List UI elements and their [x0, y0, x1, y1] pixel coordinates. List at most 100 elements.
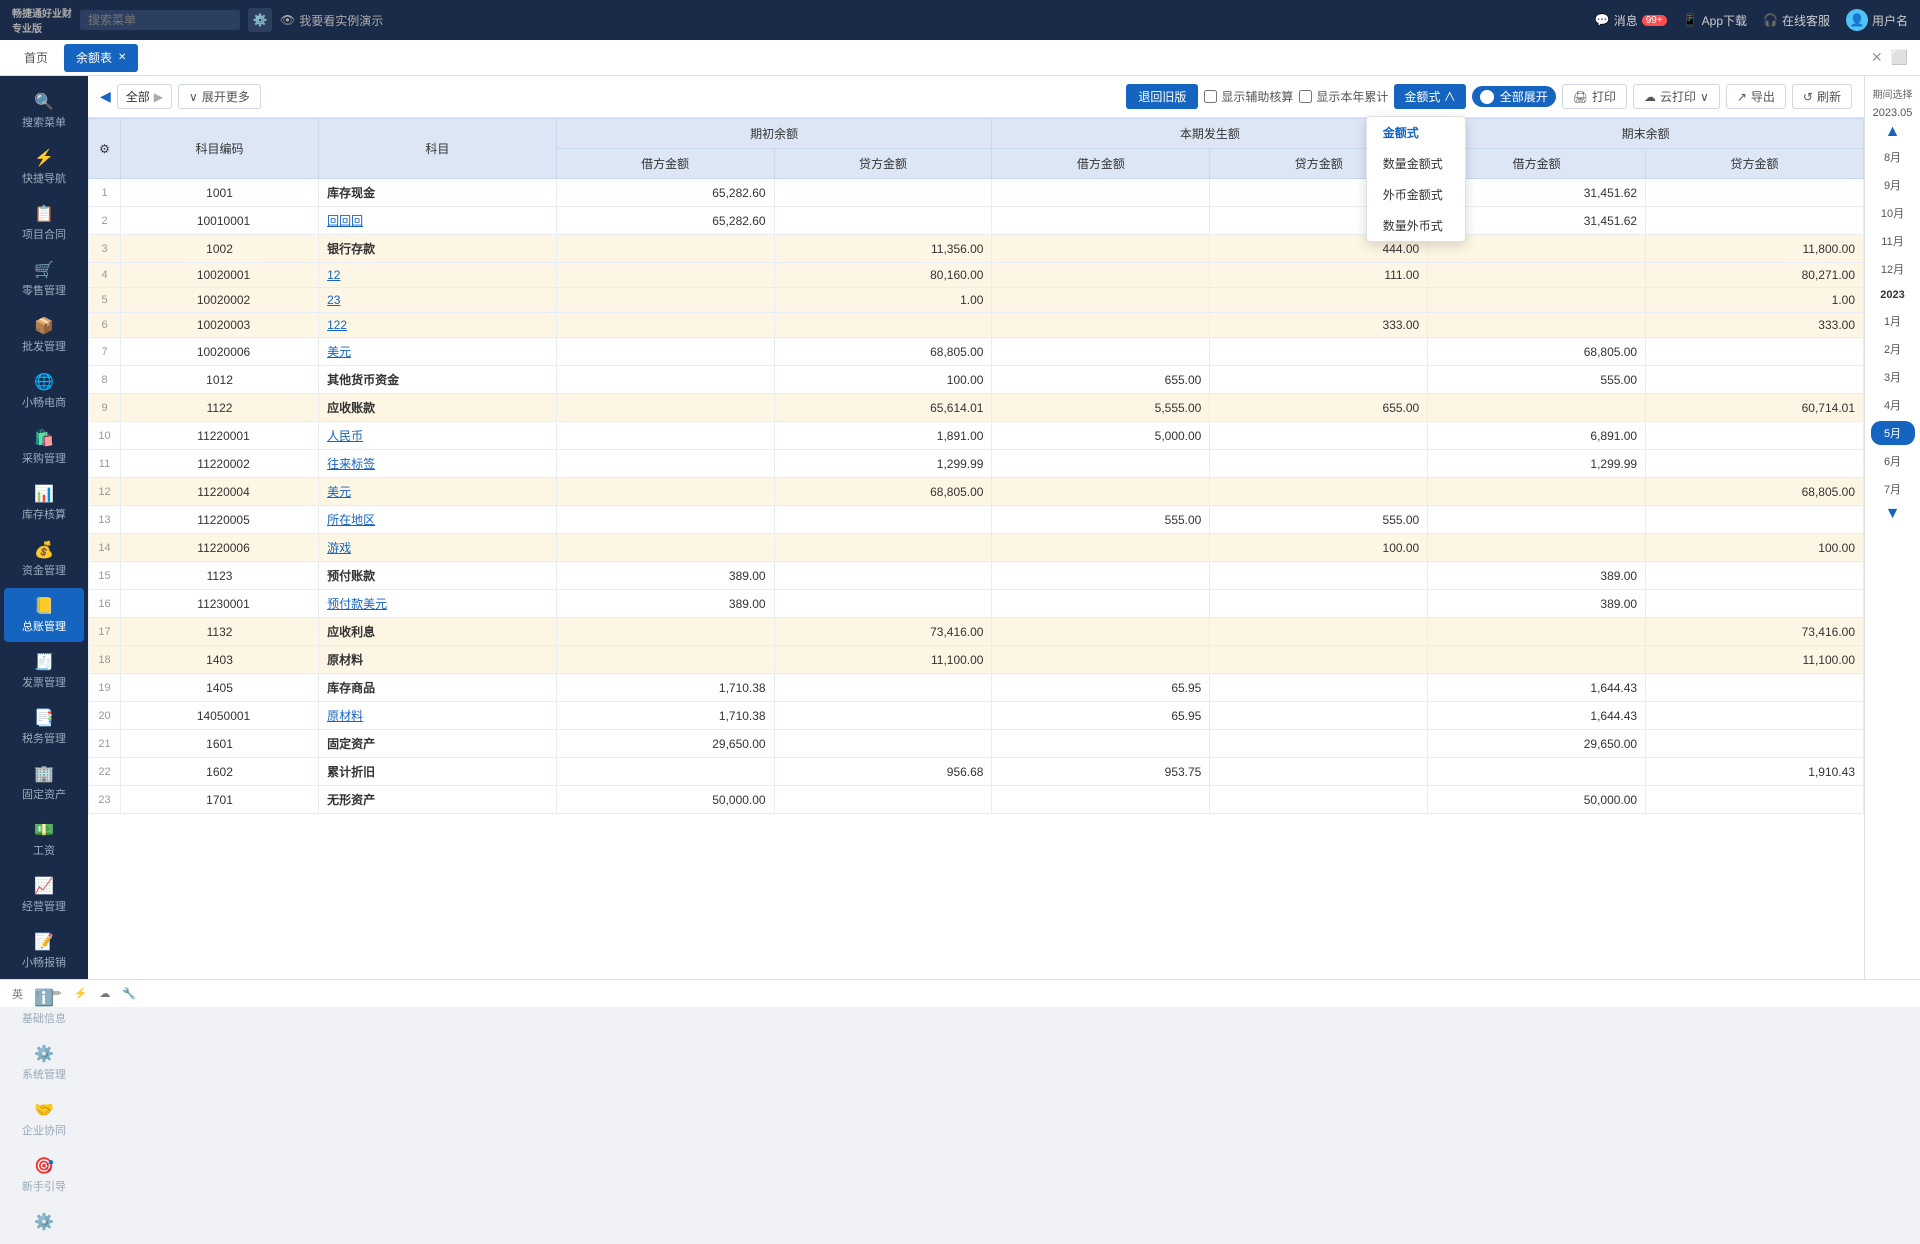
return-old-version-button[interactable]: 退回旧版 [1126, 84, 1198, 109]
row-name[interactable]: 其他货币资金 [319, 366, 557, 394]
status-item-cloud[interactable]: ☁ [99, 987, 110, 1000]
table-row: 17 1132 应收利息 73,416.00 73,416.00 [89, 618, 1864, 646]
period-nav-up[interactable]: ▲ [1885, 123, 1901, 141]
window-close-icon[interactable]: ✕ [1871, 49, 1883, 66]
sidebar-item-purchase[interactable]: 🛍️ 采购管理 [4, 420, 84, 474]
sidebar-settings-button[interactable]: ⚙️ [4, 1204, 84, 1242]
row-name[interactable]: 库存现金 [319, 179, 557, 207]
sidebar-item-wholesale[interactable]: 📦 批发管理 [4, 308, 84, 362]
window-maximize-icon[interactable]: ⬜ [1891, 49, 1908, 66]
dropdown-item-amount[interactable]: 金额式 [1367, 117, 1465, 148]
row-name[interactable]: 美元 [319, 478, 557, 506]
sidebar-item-operations[interactable]: 📈 经营管理 [4, 868, 84, 922]
show-ytd-checkbox[interactable]: 显示本年累计 [1299, 88, 1388, 105]
row-name[interactable]: 12 [319, 263, 557, 288]
row-name[interactable]: 应收利息 [319, 618, 557, 646]
table-row: 22 1602 累计折旧 956.68 953.75 1,910.43 [89, 758, 1864, 786]
sidebar-item-quicknav[interactable]: ⚡ 快捷导航 [4, 140, 84, 194]
period-item-may[interactable]: 5月 [1871, 421, 1915, 445]
nav-back[interactable]: ◀ [100, 88, 111, 105]
sidebar-item-search[interactable]: 🔍 搜索菜单 [4, 84, 84, 138]
row-name[interactable]: 预付账款 [319, 562, 557, 590]
online-service-button[interactable]: 🎧 在线客服 [1763, 12, 1830, 29]
status-item-language[interactable]: 英 [12, 986, 23, 1002]
period-item-nov[interactable]: 11月 [1871, 229, 1915, 253]
row-name[interactable]: 银行存款 [319, 235, 557, 263]
sidebar-item-assets[interactable]: 🏢 固定资产 [4, 756, 84, 810]
tab-home[interactable]: 首页 [12, 44, 60, 72]
tab-close-balance[interactable]: ✕ [118, 52, 126, 63]
demo-link[interactable]: 👁 我要看实例演示 [280, 12, 383, 29]
row-name[interactable]: 游戏 [319, 534, 557, 562]
row-name[interactable]: 原材料 [319, 646, 557, 674]
refresh-button[interactable]: ↺ 刷新 [1792, 84, 1852, 109]
settings-column-header[interactable]: ⚙ [89, 119, 121, 179]
row-name[interactable]: 23 [319, 288, 557, 313]
row-name[interactable]: 所在地区 [319, 506, 557, 534]
row-code: 1123 [121, 562, 319, 590]
period-item-sep[interactable]: 9月 [1871, 173, 1915, 197]
sidebar-item-project[interactable]: 📋 项目合同 [4, 196, 84, 250]
period-item-jul[interactable]: 7月 [1871, 477, 1915, 501]
sidebar-item-system[interactable]: ⚙️ 系统管理 [4, 1036, 84, 1090]
row-name[interactable]: 122 [319, 313, 557, 338]
cloud-print-button[interactable]: ☁ 云打印 ∨ [1633, 84, 1720, 109]
row-name[interactable]: 人民币 [319, 422, 557, 450]
dropdown-item-qty-foreign[interactable]: 数量外币式 [1367, 210, 1465, 241]
sidebar-item-guide[interactable]: 🎯 新手引导 [4, 1148, 84, 1202]
export-button[interactable]: ↗ 导出 [1726, 84, 1786, 109]
period-nav-down[interactable]: ▼ [1885, 505, 1901, 523]
expand-more-button[interactable]: ∨ 展开更多 [178, 84, 261, 109]
row-name[interactable]: 预付款美元 [319, 590, 557, 618]
row-name[interactable]: 回回回 [319, 207, 557, 235]
period-item-oct[interactable]: 10月 [1871, 201, 1915, 225]
period-item-feb[interactable]: 2月 [1871, 337, 1915, 361]
user-avatar[interactable]: 👤 用户名 [1846, 9, 1908, 31]
period-item-jun[interactable]: 6月 [1871, 449, 1915, 473]
show-auxiliary-checkbox[interactable]: 显示辅助核算 [1204, 88, 1293, 105]
row-name[interactable]: 库存商品 [319, 674, 557, 702]
export-icon: ↗ [1737, 90, 1747, 104]
status-item-bolt[interactable]: ⚡ [74, 987, 88, 1000]
sidebar-item-capital[interactable]: 💰 资金管理 [4, 532, 84, 586]
expand-all-toggle[interactable]: 全部展开 [1472, 86, 1556, 107]
row-name[interactable]: 原材料 [319, 702, 557, 730]
row-code: 10020003 [121, 313, 319, 338]
sidebar-item-ledger[interactable]: 📒 总账管理 [4, 588, 84, 642]
tab-balance[interactable]: 余额表 ✕ [64, 44, 138, 72]
sidebar-item-inventory[interactable]: 📊 库存核算 [4, 476, 84, 530]
sidebar-item-reports[interactable]: 📝 小畅报销 [4, 924, 84, 978]
status-item-edit[interactable]: ✏ [53, 987, 62, 1000]
period-item-mar[interactable]: 3月 [1871, 365, 1915, 389]
row-name[interactable]: 往来标签 [319, 450, 557, 478]
message-button[interactable]: 💬 消息 99+ [1595, 12, 1667, 29]
period-item-apr[interactable]: 4月 [1871, 393, 1915, 417]
row-name[interactable]: 累计折旧 [319, 758, 557, 786]
sidebar-item-tax[interactable]: 📑 税务管理 [4, 700, 84, 754]
table-row: 7 10020006 美元 68,805.00 68,805.00 [89, 338, 1864, 366]
print-button[interactable]: 🖨 打印 [1562, 84, 1627, 109]
row-name[interactable]: 应收账款 [319, 394, 557, 422]
dropdown-item-qty-amount[interactable]: 数量金额式 [1367, 148, 1465, 179]
sidebar-item-ecommerce[interactable]: 🌐 小畅电商 [4, 364, 84, 418]
row-name[interactable]: 美元 [319, 338, 557, 366]
row-name[interactable]: 无形资产 [319, 786, 557, 814]
row-name[interactable]: 固定资产 [319, 730, 557, 758]
dropdown-item-foreign-amount[interactable]: 外币金额式 [1367, 179, 1465, 210]
period-item-jan[interactable]: 1月 [1871, 309, 1915, 333]
sidebar-item-payroll[interactable]: 💵 工资 [4, 812, 84, 866]
settings-icon[interactable]: ⚙️ [248, 8, 272, 32]
row-opening-credit: 11,100.00 [774, 646, 992, 674]
sidebar-item-invoice[interactable]: 🧾 发票管理 [4, 644, 84, 698]
mode-button[interactable]: 金额式 ∧ [1394, 84, 1465, 109]
status-item-sync[interactable]: ↑ [35, 988, 41, 1000]
row-closing-credit [1646, 674, 1864, 702]
row-period-debit: 5,555.00 [992, 394, 1210, 422]
search-input[interactable] [80, 10, 240, 30]
period-item-aug[interactable]: 8月 [1871, 145, 1915, 169]
period-item-dec[interactable]: 12月 [1871, 257, 1915, 281]
status-item-tools[interactable]: 🔧 [122, 987, 136, 1000]
app-download-button[interactable]: 📱 App下载 [1683, 12, 1747, 29]
sidebar-item-cooperation[interactable]: 🤝 企业协同 [4, 1092, 84, 1146]
sidebar-item-retail[interactable]: 🛒 零售管理 [4, 252, 84, 306]
